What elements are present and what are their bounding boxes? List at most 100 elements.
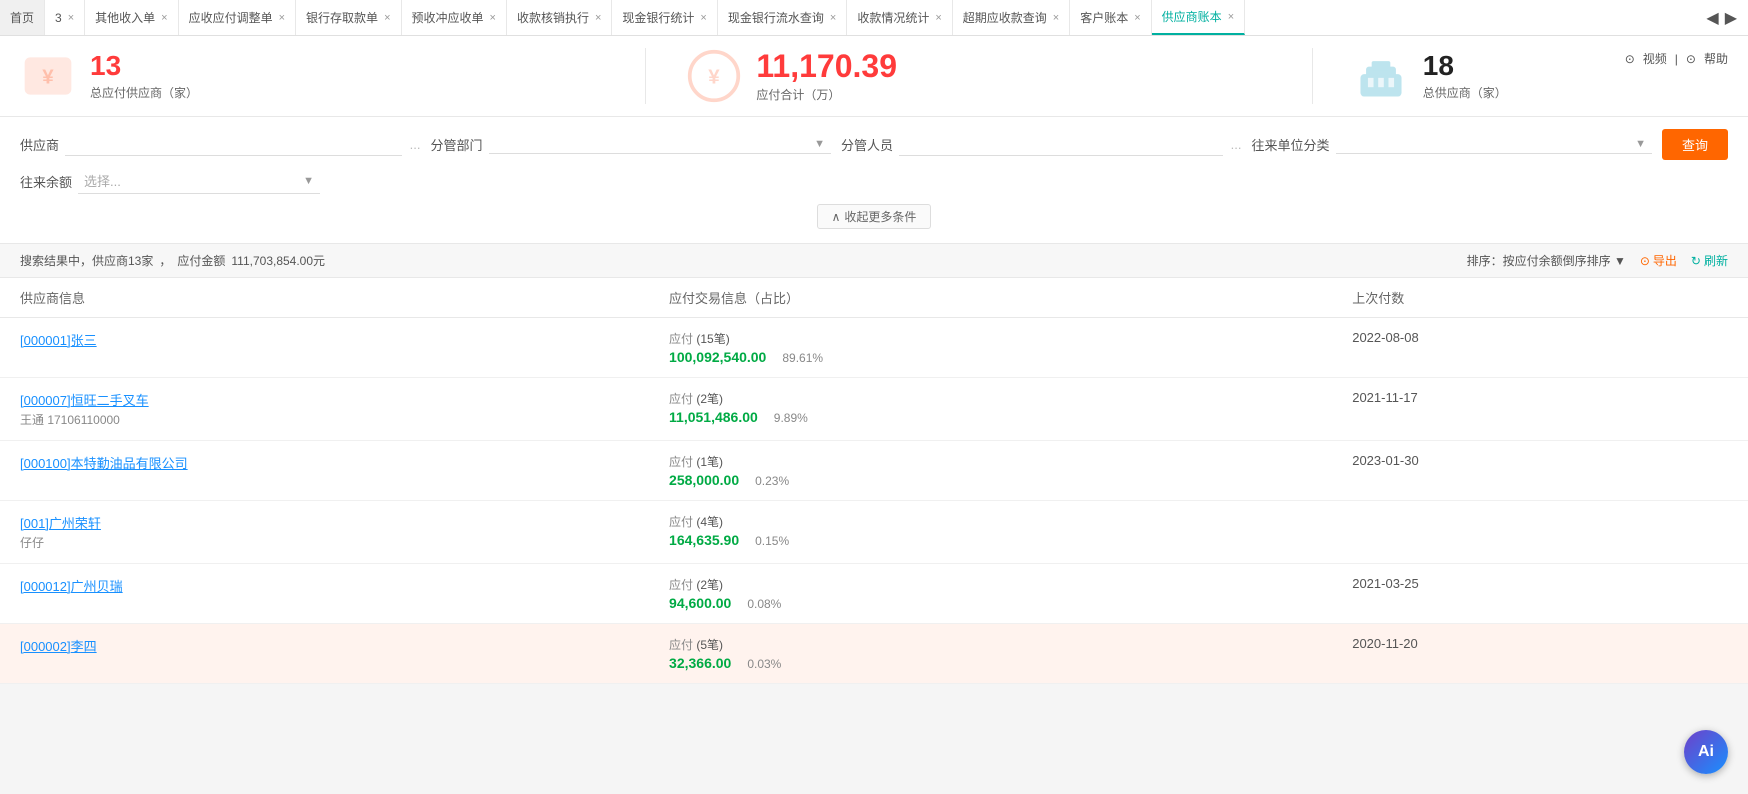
- tx-amount-1[interactable]: 100,092,540.00: [669, 349, 766, 365]
- table-row: [000007]恒旺二手叉车 王通 17106110000 应付 (2笔) 11…: [0, 378, 1748, 441]
- col-header-lastpay: 上次付数: [1352, 288, 1728, 307]
- svg-text:¥: ¥: [709, 65, 721, 88]
- tx-amount-2[interactable]: 11,051,486.00: [669, 409, 758, 425]
- nav-tab-receipt-stat-close[interactable]: ×: [935, 12, 941, 24]
- ai-badge-label: Ai: [1698, 743, 1714, 761]
- svg-text:¥: ¥: [42, 65, 54, 88]
- supplier-dots[interactable]: ...: [410, 137, 421, 152]
- nav-tab-prepay-ar[interactable]: 预收冲应收单 ×: [402, 0, 507, 35]
- supplier-filter-label: 供应商: [20, 135, 59, 154]
- query-button[interactable]: 查询: [1662, 129, 1728, 160]
- payable-suppliers-icon: ¥: [20, 48, 76, 104]
- tx-pct-5: 0.08%: [747, 597, 781, 611]
- tx-amount-4[interactable]: 164,635.90: [669, 532, 739, 548]
- nav-tab-3[interactable]: 3 ×: [45, 0, 85, 35]
- nav-tab-ar-ap-adjust-close[interactable]: ×: [279, 12, 285, 24]
- supplier-contact-2: 王通 17106110000: [20, 411, 669, 428]
- supplier-link-5[interactable]: [000012]广州贝瑞: [20, 579, 123, 594]
- table-row: [001]广州荣轩 仔仔 应付 (4笔) 164,635.90 0.15%: [0, 501, 1748, 564]
- supplier-link-2[interactable]: [000007]恒旺二手叉车: [20, 393, 149, 408]
- nav-tab-bank-deposit[interactable]: 银行存取款单 ×: [296, 0, 401, 35]
- supplier-input[interactable]: [65, 134, 402, 156]
- top-right-links: ⊙ 视频 | ⊙ 帮助: [1625, 50, 1728, 67]
- supplier-filter: 供应商 ...: [20, 134, 421, 156]
- person-dots[interactable]: ...: [1231, 137, 1242, 152]
- lastpay-cell-5: 2021-03-25: [1352, 576, 1728, 591]
- tx-amount-5[interactable]: 94,600.00: [669, 595, 731, 611]
- supplier-link-3[interactable]: [000100]本特勤油品有限公司: [20, 456, 188, 471]
- tx-amount-3[interactable]: 258,000.00: [669, 472, 739, 488]
- nav-tab-cash-flow-label: 现金银行流水查询: [728, 9, 824, 26]
- nav-tab-3-close[interactable]: ×: [68, 12, 74, 24]
- filter-row-1: 供应商 ... 分管部门 ▼ 分管人员 ... 往来单位分类 ▼ 查询: [20, 129, 1728, 160]
- stats-bar: ¥ 13 总应付供应商（家） ¥ 11,170.39 应付合计（万） 18 总供…: [0, 36, 1748, 117]
- balance-arrow-icon: ▼: [303, 175, 314, 187]
- nav-tab-receipt-stat[interactable]: 收款情况统计 ×: [847, 0, 952, 35]
- nav-tab-home-label: 首页: [10, 9, 34, 26]
- supplier-link-4[interactable]: [001]广州荣轩: [20, 516, 101, 531]
- result-amount-value: 111,703,854.00元: [231, 252, 325, 269]
- ai-badge[interactable]: Ai: [1684, 730, 1728, 774]
- nav-tab-home[interactable]: 首页: [0, 0, 45, 35]
- supplier-link-1[interactable]: [000001]张三: [20, 333, 97, 348]
- nav-tab-overdue-ar-close[interactable]: ×: [1053, 12, 1059, 24]
- supplier-link-6[interactable]: [000002]李四: [20, 639, 97, 654]
- video-link[interactable]: 视频: [1643, 50, 1667, 67]
- person-input[interactable]: [899, 134, 1223, 156]
- table-row: [000012]广州贝瑞 应付 (2笔) 94,600.00 0.08% 202…: [0, 564, 1748, 624]
- tx-row-2: 11,051,486.00 9.89%: [669, 409, 1352, 425]
- nav-tab-ar-ap-adjust-label: 应收应付调整单: [189, 9, 273, 26]
- export-button[interactable]: ⊙ 导出: [1640, 252, 1677, 269]
- col-header-supplier: 供应商信息: [20, 288, 669, 307]
- nav-tab-cash-bank-stat-close[interactable]: ×: [700, 12, 706, 24]
- nav-tab-cash-flow[interactable]: 现金银行流水查询 ×: [718, 0, 847, 35]
- nav-scroll-right[interactable]: ▶: [1722, 8, 1740, 28]
- nav-tab-overdue-ar[interactable]: 超期应收款查询 ×: [953, 0, 1070, 35]
- total-suppliers-icon: [1353, 48, 1409, 104]
- collapse-button[interactable]: ∧ 收起更多条件: [817, 204, 932, 229]
- transaction-cell-6: 应付 (5笔) 32,366.00 0.03%: [669, 636, 1352, 671]
- nav-tab-supplier-ledger-close[interactable]: ×: [1228, 11, 1234, 23]
- supplier-contact-4: 仔仔: [20, 534, 669, 551]
- nav-tab-customer-ledger-close[interactable]: ×: [1134, 12, 1140, 24]
- nav-tab-customer-ledger-label: 客户账本: [1080, 9, 1128, 26]
- supplier-code-5: [000012]: [20, 579, 71, 594]
- video-icon: ⊙: [1625, 52, 1635, 66]
- supplier-cell-1: [000001]张三: [20, 330, 669, 349]
- supplier-name-6: 李四: [71, 639, 97, 654]
- balance-filter-label: 往来余额: [20, 172, 72, 191]
- supplier-cell-6: [000002]李四: [20, 636, 669, 655]
- supplier-name-2: 恒旺二手叉车: [71, 393, 149, 408]
- help-link[interactable]: 帮助: [1704, 50, 1728, 67]
- nav-tab-supplier-ledger[interactable]: 供应商账本 ×: [1152, 0, 1245, 35]
- nav-tab-customer-ledger[interactable]: 客户账本 ×: [1070, 0, 1151, 35]
- refresh-button[interactable]: ↻ 刷新: [1691, 252, 1728, 269]
- nav-tab-other-income[interactable]: 其他收入单 ×: [85, 0, 178, 35]
- lastpay-cell-3: 2023-01-30: [1352, 453, 1728, 468]
- nav-tab-cash-flow-close[interactable]: ×: [830, 12, 836, 24]
- transaction-cell-1: 应付 (15笔) 100,092,540.00 89.61%: [669, 330, 1352, 365]
- total-suppliers-number: 18: [1423, 51, 1507, 82]
- dept-select[interactable]: ▼: [489, 135, 831, 154]
- sort-button[interactable]: 排序：按应付余额倒序排序 ▼: [1467, 252, 1626, 269]
- nav-tab-prepay-ar-label: 预收冲应收单: [412, 9, 484, 26]
- nav-tab-prepay-ar-close[interactable]: ×: [490, 12, 496, 24]
- nav-tab-receipt-verify-close[interactable]: ×: [595, 12, 601, 24]
- tx-amount-6[interactable]: 32,366.00: [669, 655, 731, 671]
- nav-tab-ar-ap-adjust[interactable]: 应收应付调整单 ×: [179, 0, 296, 35]
- nav-tab-supplier-ledger-label: 供应商账本: [1162, 8, 1222, 25]
- category-select[interactable]: ▼: [1336, 135, 1652, 154]
- balance-select[interactable]: 选择... ▼: [78, 168, 320, 194]
- tx-row-5: 94,600.00 0.08%: [669, 595, 1352, 611]
- nav-scroll-left[interactable]: ◀: [1703, 8, 1721, 28]
- transaction-cell-4: 应付 (4笔) 164,635.90 0.15%: [669, 513, 1352, 548]
- nav-tab-receipt-verify[interactable]: 收款核销执行 ×: [507, 0, 612, 35]
- lastpay-cell-1: 2022-08-08: [1352, 330, 1728, 345]
- supplier-cell-3: [000100]本特勤油品有限公司: [20, 453, 669, 472]
- nav-tab-other-income-close[interactable]: ×: [161, 12, 167, 24]
- tx-label-2: 应付 (2笔): [669, 390, 1352, 407]
- nav-tab-bank-deposit-close[interactable]: ×: [384, 12, 390, 24]
- filter-row-2: 往来余额 选择... ▼: [20, 168, 320, 194]
- nav-tab-cash-bank-stat[interactable]: 现金银行统计 ×: [612, 0, 717, 35]
- supplier-cell-4: [001]广州荣轩 仔仔: [20, 513, 669, 551]
